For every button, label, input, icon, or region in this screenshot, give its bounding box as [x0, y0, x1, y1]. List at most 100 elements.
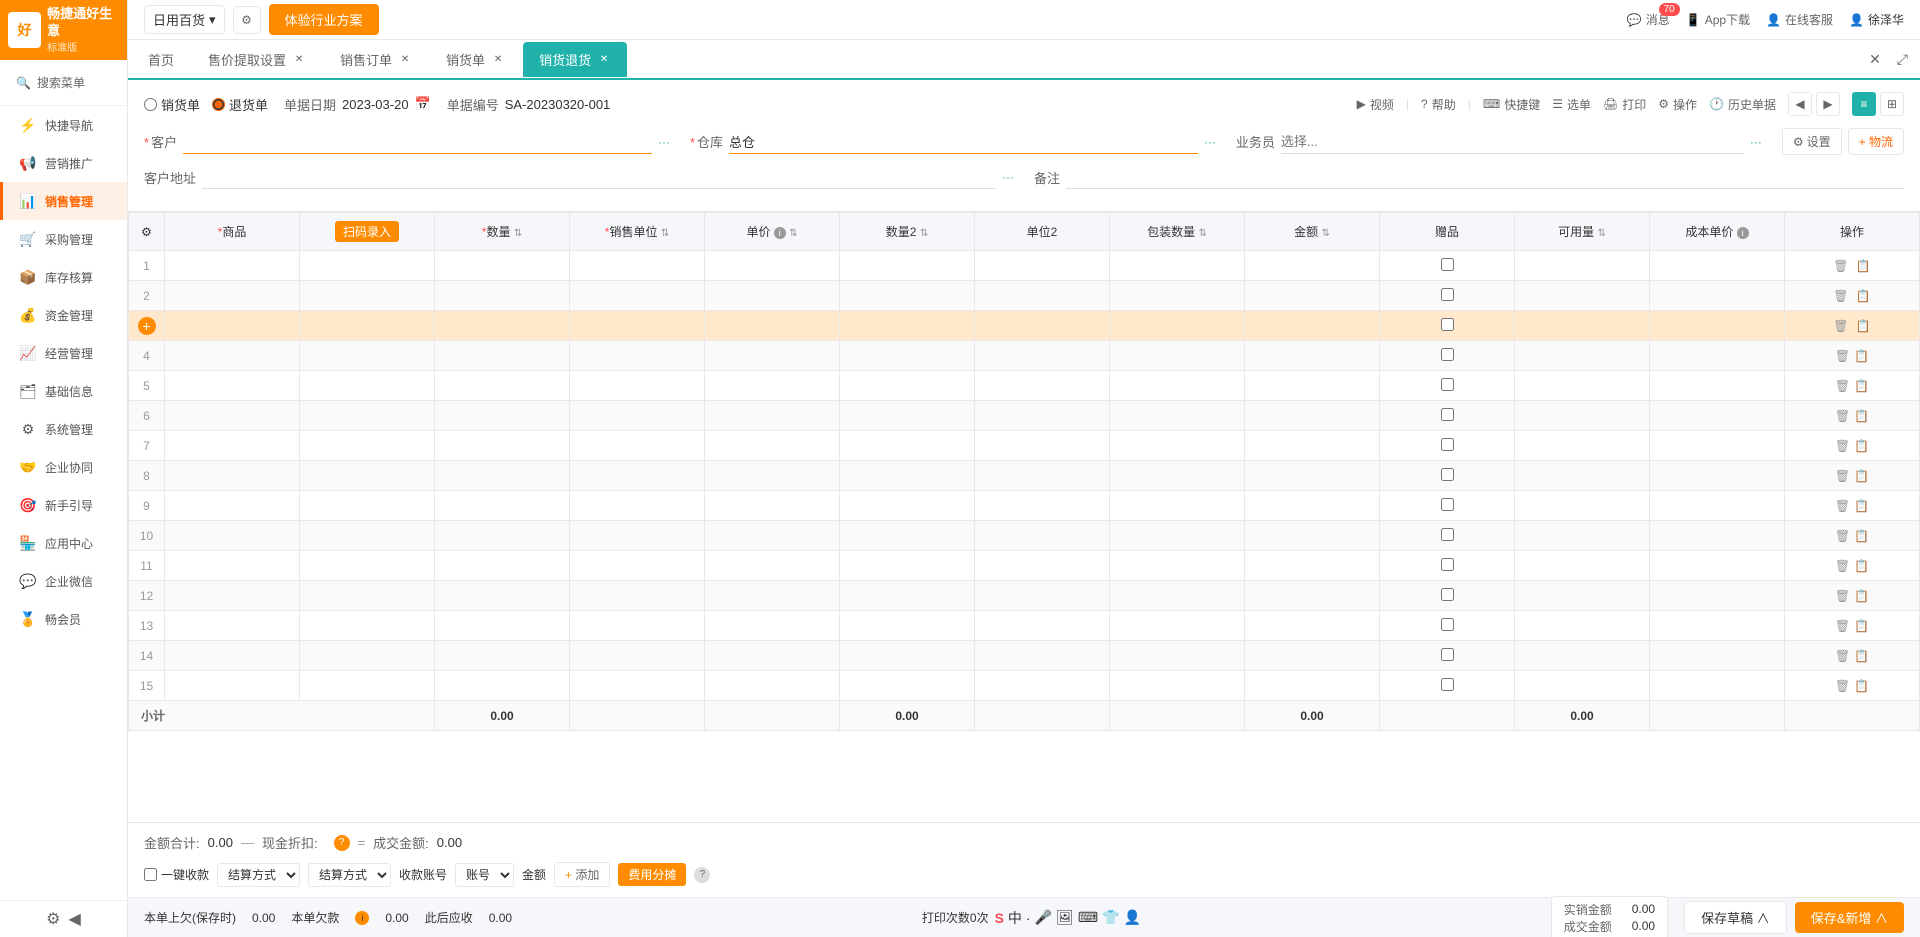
delete-icon-12[interactable]: 🗑: [1835, 589, 1850, 603]
category-selector[interactable]: 日用百货 ▾: [144, 5, 225, 34]
operate-btn[interactable]: ⚙ 操作: [1658, 96, 1697, 113]
copy-icon-14[interactable]: 📋: [1854, 649, 1869, 663]
delete-icon-15[interactable]: 🗑: [1835, 679, 1850, 693]
row-3-qty2[interactable]: [840, 311, 975, 341]
sidebar-item-sales[interactable]: 📊 销售管理: [0, 182, 127, 220]
delete-icon-8[interactable]: 🗑: [1835, 469, 1850, 483]
delete-icon-2[interactable]: 🗑: [1833, 289, 1848, 303]
row-2-pack[interactable]: [1110, 281, 1245, 311]
salesperson-select-icon[interactable]: ···: [1750, 135, 1762, 149]
history-btn[interactable]: 🕐 历史单据: [1709, 96, 1776, 113]
tab-home[interactable]: 首页: [132, 42, 190, 77]
row-3-product[interactable]: [165, 311, 300, 341]
list-view-btn[interactable]: ≡: [1852, 92, 1876, 116]
gift-checkbox-2[interactable]: [1441, 288, 1454, 301]
gift-checkbox-7[interactable]: [1441, 438, 1454, 451]
delete-icon-6[interactable]: 🗑: [1835, 409, 1850, 423]
tab-sales-return-close[interactable]: ✕: [597, 52, 611, 66]
fee-help-icon[interactable]: ?: [694, 867, 710, 883]
copy-icon-7[interactable]: 📋: [1854, 439, 1869, 453]
row-1-unit[interactable]: [570, 251, 705, 281]
print-btn[interactable]: 🖨 打印: [1603, 96, 1646, 113]
row-3-unit[interactable]: [570, 311, 705, 341]
sidebar-settings-btn[interactable]: ⚙: [46, 909, 60, 929]
sidebar-item-system[interactable]: ⚙ 系统管理: [0, 410, 127, 448]
delete-icon-11[interactable]: 🗑: [1835, 559, 1850, 573]
delete-icon-1[interactable]: 🗑: [1833, 259, 1848, 273]
delete-icon-3[interactable]: 🗑: [1833, 319, 1848, 333]
col-price-sort-icon[interactable]: ⇅: [789, 228, 797, 239]
sidebar-item-operations[interactable]: 📈 经营管理: [0, 334, 127, 372]
gift-checkbox-13[interactable]: [1441, 618, 1454, 631]
topbar-settings-btn[interactable]: ⚙: [233, 6, 261, 34]
row-3-gift[interactable]: [1380, 311, 1515, 341]
row-1-gift[interactable]: [1380, 251, 1515, 281]
search-menu-item[interactable]: 🔍 搜索菜单: [8, 68, 119, 97]
grid-view-btn[interactable]: ⊞: [1880, 92, 1904, 116]
sidebar-item-purchase[interactable]: 🛒 采购管理: [0, 220, 127, 258]
row-1-amount[interactable]: [1245, 251, 1380, 281]
next-page-btn[interactable]: ▶: [1816, 92, 1840, 116]
tab-sales-delivery-close[interactable]: ✕: [491, 52, 505, 66]
row-3-unit2[interactable]: [975, 311, 1110, 341]
doc-settings-btn[interactable]: ⚙ 设置: [1782, 128, 1842, 155]
sidebar-item-finance[interactable]: 💰 资金管理: [0, 296, 127, 334]
debt-info-icon[interactable]: i: [355, 911, 369, 925]
warehouse-select-icon[interactable]: ···: [1204, 135, 1216, 149]
gift-checkbox-8[interactable]: [1441, 468, 1454, 481]
tab-sales-order-close[interactable]: ✕: [398, 52, 412, 66]
customer-input[interactable]: [183, 130, 652, 154]
delete-icon-4[interactable]: 🗑: [1835, 349, 1850, 363]
gift-checkbox-15[interactable]: [1441, 678, 1454, 691]
row-add-btn[interactable]: +: [129, 311, 165, 341]
sidebar-item-wechat[interactable]: 💬 企业微信: [0, 562, 127, 600]
cost-info-icon[interactable]: i: [1737, 227, 1749, 239]
sidebar-item-basic[interactable]: 🗂 基础信息: [0, 372, 127, 410]
sidebar-item-enterprise[interactable]: 🤝 企业协同: [0, 448, 127, 486]
unit-price-info-icon[interactable]: i: [774, 227, 786, 239]
remark-input[interactable]: [1066, 165, 1904, 189]
copy-icon-15[interactable]: 📋: [1854, 679, 1869, 693]
compute-method-select[interactable]: 结算方式: [308, 863, 391, 887]
delete-icon-5[interactable]: 🗑: [1835, 379, 1850, 393]
user-profile[interactable]: 👤 徐泽华: [1849, 11, 1904, 28]
app-download-btn[interactable]: 📱 App下载: [1686, 11, 1750, 28]
save-draft-btn[interactable]: 保存草稿 ∧: [1684, 901, 1787, 934]
address-select-icon[interactable]: ···: [1002, 170, 1014, 184]
row-1-product[interactable]: [165, 251, 300, 281]
row-1-qty2[interactable]: [840, 251, 975, 281]
close-tab-btn[interactable]: ✕: [1865, 47, 1885, 72]
row-3-price[interactable]: [705, 311, 840, 341]
sidebar-item-shortcut[interactable]: ⚡ 快捷导航: [0, 106, 127, 144]
account-select[interactable]: 账号: [455, 863, 514, 887]
fee-split-btn[interactable]: 费用分摊: [618, 863, 686, 886]
tab-sales-delivery[interactable]: 销货单 ✕: [430, 42, 521, 77]
gift-checkbox-14[interactable]: [1441, 648, 1454, 661]
tab-sales-order[interactable]: 销售订单 ✕: [324, 42, 428, 77]
col-unit-sort-icon[interactable]: ⇅: [661, 228, 669, 239]
tab-price-settings[interactable]: 售价提取设置 ✕: [192, 42, 322, 77]
row-2-unit2[interactable]: [975, 281, 1110, 311]
sidebar-collapse-btn[interactable]: ◀: [69, 909, 81, 929]
tab-price-settings-close[interactable]: ✕: [292, 52, 306, 66]
row-2-qty2[interactable]: [840, 281, 975, 311]
add-fee-btn[interactable]: + 添加: [554, 862, 610, 887]
salesperson-input[interactable]: [1281, 130, 1744, 154]
row-1-pack[interactable]: [1110, 251, 1245, 281]
radio-return[interactable]: 退货单: [212, 95, 268, 114]
radio-delivery-input[interactable]: [144, 98, 157, 111]
video-btn[interactable]: ▶ 视频: [1357, 96, 1394, 113]
gift-checkbox-4[interactable]: [1441, 348, 1454, 361]
gift-checkbox-1[interactable]: [1441, 258, 1454, 271]
gift-checkbox-10[interactable]: [1441, 528, 1454, 541]
row-1-unit2[interactable]: [975, 251, 1110, 281]
select-btn[interactable]: ☰ 选单: [1552, 96, 1591, 113]
add-logistics-btn[interactable]: + 物流: [1848, 128, 1904, 155]
sidebar-item-guide[interactable]: 🎯 新手引导: [0, 486, 127, 524]
one-click-payment-input[interactable]: [144, 868, 157, 881]
help-btn[interactable]: ? 帮助: [1421, 96, 1456, 113]
expand-tab-btn[interactable]: ⤢: [1893, 47, 1912, 72]
delete-icon-13[interactable]: 🗑: [1835, 619, 1850, 633]
copy-icon-13[interactable]: 📋: [1854, 619, 1869, 633]
cash-discount-info-icon[interactable]: ?: [334, 835, 350, 851]
